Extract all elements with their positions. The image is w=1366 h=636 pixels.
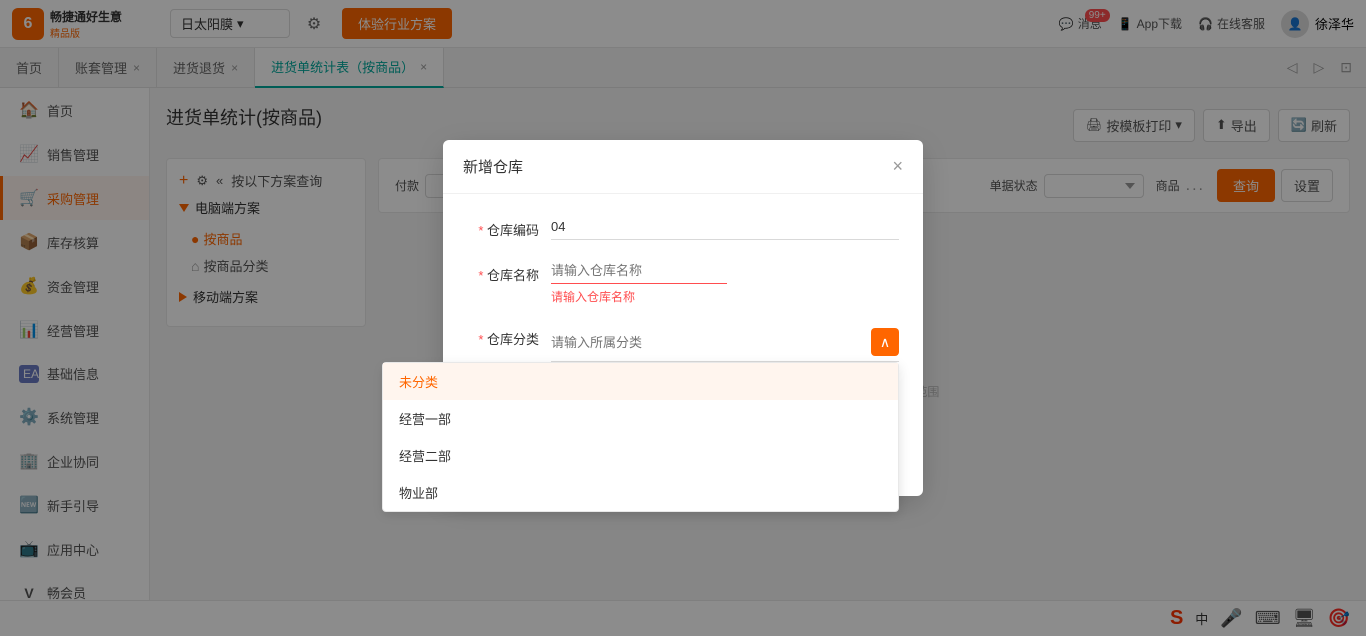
dropdown-item-uncategorized[interactable]: 未分类 [383, 363, 898, 400]
form-row-category: 仓库分类 ∧ 未分类 经营一部 经营二部 物业部 [467, 323, 899, 362]
dropdown-item-dept1[interactable]: 经营一部 [383, 400, 898, 437]
category-selector: ∧ [551, 323, 899, 362]
warehouse-code-input[interactable] [551, 214, 899, 240]
new-warehouse-modal: 新增仓库 × 仓库编码 仓库名称 请输入仓库名称 仓库分类 [443, 140, 923, 496]
category-label: 仓库分类 [467, 323, 539, 348]
code-label: 仓库编码 [467, 214, 539, 239]
name-error-message: 请输入仓库名称 [551, 290, 635, 304]
warehouse-name-input[interactable] [551, 258, 727, 284]
modal-overlay: 新增仓库 × 仓库编码 仓库名称 请输入仓库名称 仓库分类 [0, 0, 1366, 636]
dropdown-item-property[interactable]: 物业部 [383, 474, 898, 511]
modal-title: 新增仓库 [463, 156, 523, 177]
modal-close-button[interactable]: × [892, 156, 903, 177]
category-toggle-button[interactable]: ∧ [871, 328, 899, 356]
category-dropdown: 未分类 经营一部 经营二部 物业部 [382, 362, 899, 512]
name-label: 仓库名称 [467, 259, 539, 284]
form-row-code: 仓库编码 [467, 214, 899, 240]
dropdown-item-dept2[interactable]: 经营二部 [383, 437, 898, 474]
form-row-name: 仓库名称 请输入仓库名称 [467, 258, 899, 305]
category-input[interactable] [551, 335, 871, 350]
modal-header: 新增仓库 × [443, 140, 923, 194]
modal-body: 仓库编码 仓库名称 请输入仓库名称 仓库分类 ∧ [443, 194, 923, 406]
